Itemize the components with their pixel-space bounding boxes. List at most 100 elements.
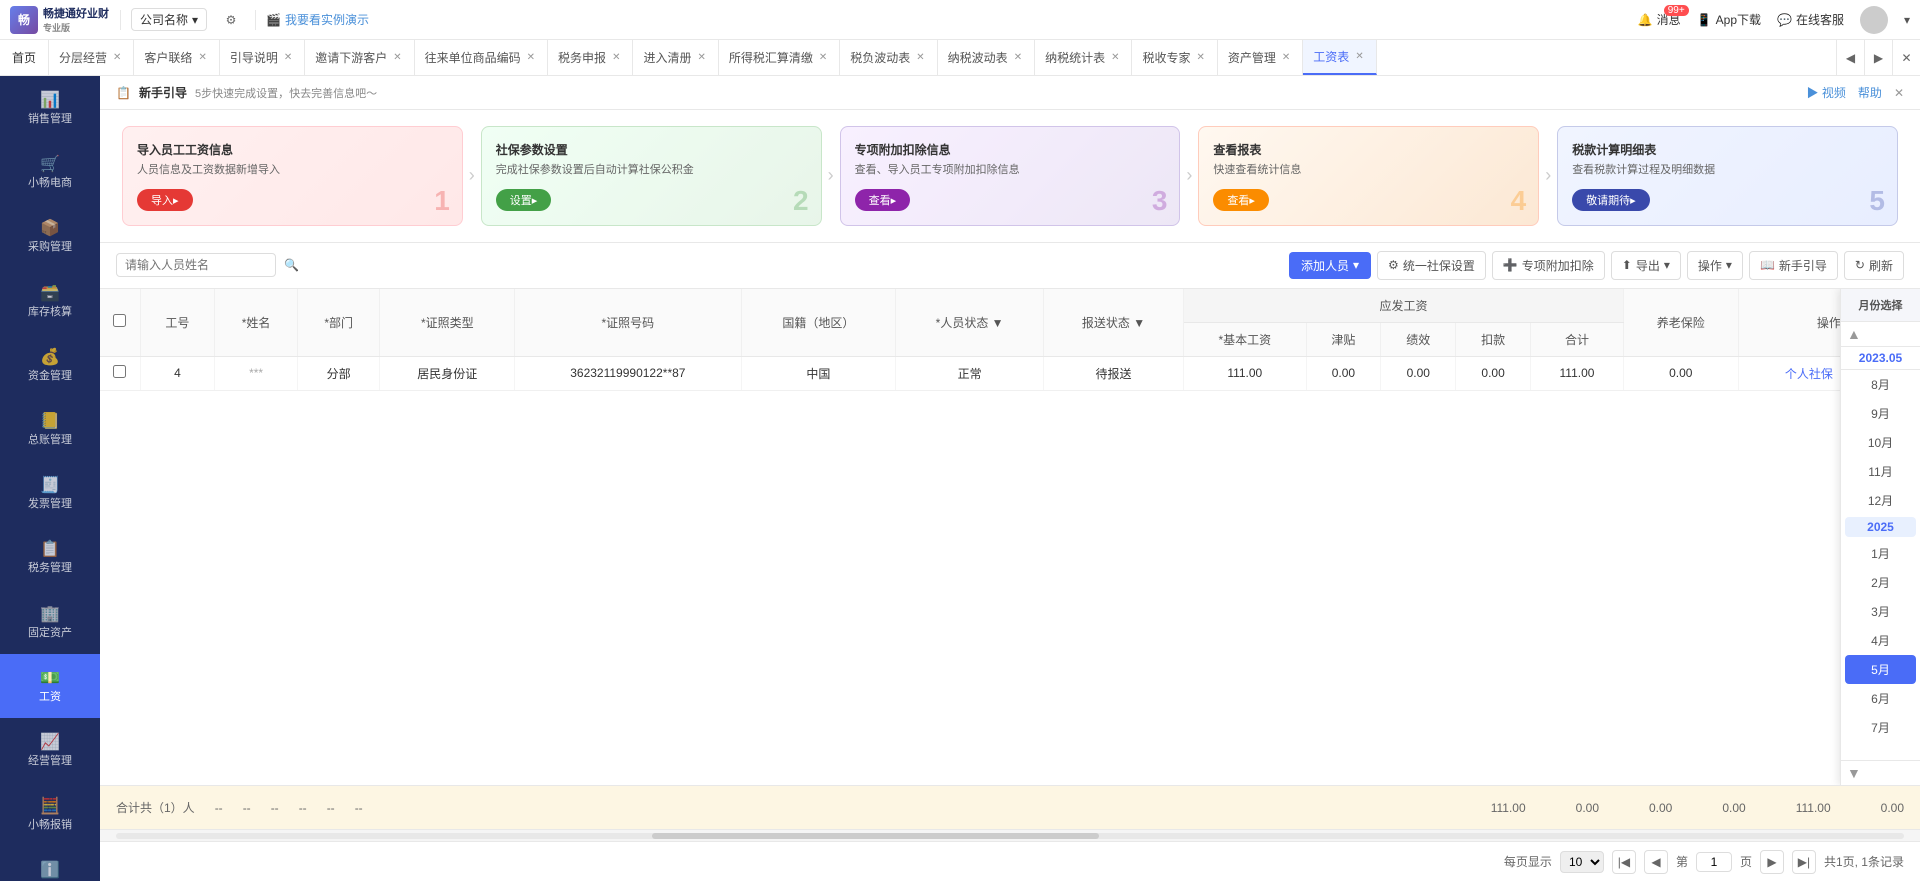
sidebar-item-purchase[interactable]: 📦 采购管理 xyxy=(0,204,100,268)
tab-close-icon[interactable]: ✕ xyxy=(525,50,537,65)
sidebar-item-sales[interactable]: 📊 销售管理 xyxy=(0,76,100,140)
prev-page-btn[interactable]: ◀ xyxy=(1644,850,1668,874)
tab-wanglai[interactable]: 往来单位商品编码✕ xyxy=(415,40,548,75)
guide-help-btn[interactable]: 帮助 xyxy=(1858,84,1882,101)
tab-shuifu[interactable]: 税负波动表✕ xyxy=(840,40,937,75)
tab-qingce[interactable]: 进入清册✕ xyxy=(633,40,718,75)
month-item-1[interactable]: 1月 xyxy=(1841,539,1920,568)
tab-close-icon[interactable]: ✕ xyxy=(1280,50,1292,65)
sidebar-item-inventory[interactable]: 🗃️ 库存核算 xyxy=(0,269,100,333)
step-3-btn[interactable]: 查看▸ xyxy=(855,189,911,211)
month-up-icon[interactable]: ▲ xyxy=(1847,326,1861,342)
scrollbar-thumb[interactable] xyxy=(652,833,1099,839)
tab-close-icon[interactable]: ✕ xyxy=(391,50,403,65)
step-1-btn[interactable]: 导入▸ xyxy=(137,189,193,211)
tab-yindao[interactable]: 引导说明✕ xyxy=(220,40,305,75)
step-2-btn[interactable]: 设置▸ xyxy=(496,189,552,211)
add-person-btn[interactable]: 添加人员 ▾ xyxy=(1289,252,1371,279)
tab-close-all-btn[interactable]: ✕ xyxy=(1892,40,1920,75)
next-page-btn[interactable]: ▶ xyxy=(1760,850,1784,874)
month-down-icon[interactable]: ▼ xyxy=(1847,765,1861,781)
tab-prev-btn[interactable]: ◀ xyxy=(1836,40,1864,75)
month-item-9[interactable]: 9月 xyxy=(1841,399,1920,428)
month-item-3[interactable]: 3月 xyxy=(1841,597,1920,626)
notification-btn[interactable]: 🔔 消息 99+ xyxy=(1638,11,1681,28)
last-page-btn[interactable]: ▶| xyxy=(1792,850,1816,874)
export-btn[interactable]: ⬆ 导出 ▾ xyxy=(1611,251,1681,280)
month-item-10[interactable]: 10月 xyxy=(1841,428,1920,457)
sidebar-item-operation[interactable]: 📈 经营管理 xyxy=(0,718,100,782)
sidebar-item-basic[interactable]: ℹ️ 基础信息 xyxy=(0,846,100,881)
select-all-checkbox[interactable] xyxy=(113,314,126,327)
guide-close-btn[interactable]: ✕ xyxy=(1894,86,1904,100)
tab-fenceng[interactable]: 分层经营✕ xyxy=(49,40,134,75)
tab-close-icon[interactable]: ✕ xyxy=(914,50,926,65)
sidebar: 📊 销售管理 🛒 小畅电商 📦 采购管理 🗃️ 库存核算 💰 资金管理 📒 总账… xyxy=(0,76,100,881)
row-select-checkbox[interactable] xyxy=(113,365,126,378)
demo-btn[interactable]: 🎬 我要看实例演示 xyxy=(266,11,369,28)
tab-close-icon[interactable]: ✕ xyxy=(610,50,622,65)
tab-close-icon[interactable]: ✕ xyxy=(817,50,829,65)
sidebar-item-assets[interactable]: 🏢 固定资产 xyxy=(0,590,100,654)
month-item-11[interactable]: 11月 xyxy=(1841,457,1920,486)
user-menu-btn[interactable]: ▾ xyxy=(1904,13,1910,27)
tab-shuiwu[interactable]: 税务申报✕ xyxy=(548,40,633,75)
month-item-6[interactable]: 6月 xyxy=(1841,684,1920,713)
tab-close-icon[interactable]: ✕ xyxy=(196,50,208,65)
tab-gongzi[interactable]: 工资表✕ xyxy=(1303,40,1376,75)
sidebar-item-ledger[interactable]: 📒 总账管理 xyxy=(0,397,100,461)
sidebar-item-ecommerce[interactable]: 🛒 小畅电商 xyxy=(0,140,100,204)
month-item-5[interactable]: 5月 xyxy=(1845,655,1916,684)
app-download-btn[interactable]: 📱 App下载 xyxy=(1697,11,1761,28)
online-service-btn[interactable]: 💬 在线客服 xyxy=(1777,11,1844,28)
first-page-btn[interactable]: |◀ xyxy=(1612,850,1636,874)
tab-kehu[interactable]: 客户联络✕ xyxy=(134,40,219,75)
sidebar-item-tax[interactable]: 📋 税务管理 xyxy=(0,525,100,589)
sidebar-item-invoice[interactable]: 🧾 发票管理 xyxy=(0,461,100,525)
page-input[interactable] xyxy=(1696,852,1732,872)
tab-close-icon[interactable]: ✕ xyxy=(1012,50,1024,65)
guide-video-btn[interactable]: ▶ 视频 xyxy=(1807,84,1846,101)
month-item-8[interactable]: 8月 xyxy=(1841,370,1920,399)
step-5-btn[interactable]: 敬请期待▸ xyxy=(1572,189,1650,211)
month-item-7[interactable]: 7月 xyxy=(1841,713,1920,742)
export-icon: ⬆ xyxy=(1622,258,1632,272)
tab-close-icon[interactable]: ✕ xyxy=(1109,50,1121,65)
step-4-btn[interactable]: 查看▸ xyxy=(1213,189,1269,211)
tab-yaoqing[interactable]: 邀请下游客户✕ xyxy=(305,40,414,75)
tab-close-icon[interactable]: ✕ xyxy=(695,50,707,65)
tab-home[interactable]: 首页 xyxy=(0,40,49,75)
tab-close-icon[interactable]: ✕ xyxy=(1195,50,1207,65)
month-item-4[interactable]: 4月 xyxy=(1841,626,1920,655)
tab-next-btn[interactable]: ▶ xyxy=(1864,40,1892,75)
action-btn[interactable]: 操作 ▾ xyxy=(1687,251,1743,280)
personal-insurance-btn[interactable]: 个人社保 xyxy=(1785,367,1833,381)
total-records: 共1页, 1条记录 xyxy=(1824,853,1904,870)
newbie-guide-btn[interactable]: 📖 新手引导 xyxy=(1749,251,1838,280)
tab-close-icon[interactable]: ✕ xyxy=(111,50,123,65)
tab-suode[interactable]: 所得税汇算清缴✕ xyxy=(719,40,840,75)
page-size-select[interactable]: 10 20 50 xyxy=(1560,851,1604,873)
company-selector[interactable]: 公司名称 ▾ xyxy=(131,8,207,31)
tab-nashi[interactable]: 纳税波动表✕ xyxy=(938,40,1035,75)
search-input[interactable] xyxy=(116,253,276,277)
month-item-2[interactable]: 2月 xyxy=(1841,568,1920,597)
special-deduct-btn[interactable]: ➕ 专项附加扣除 xyxy=(1492,251,1605,280)
unify-social-btn[interactable]: ⚙ 统一社保设置 xyxy=(1377,251,1486,280)
tab-zichan[interactable]: 资产管理✕ xyxy=(1218,40,1303,75)
sidebar-item-finance[interactable]: 💰 资金管理 xyxy=(0,333,100,397)
sidebar-item-salary[interactable]: 💵 工资 xyxy=(0,654,100,718)
month-item-12[interactable]: 12月 xyxy=(1841,486,1920,515)
tab-close-icon[interactable]: ✕ xyxy=(1353,49,1365,64)
refresh-btn[interactable]: ↻ 刷新 xyxy=(1844,251,1904,280)
sidebar-item-expense[interactable]: 🧮 小畅报销 xyxy=(0,782,100,846)
filter-icon[interactable]: ▼ xyxy=(992,316,1004,330)
filter-icon2[interactable]: ▼ xyxy=(1133,316,1145,330)
tab-close-icon[interactable]: ✕ xyxy=(282,50,294,65)
settings-icon[interactable]: ⚙ xyxy=(217,6,245,34)
search-icon[interactable]: 🔍 xyxy=(284,258,299,272)
avatar[interactable] xyxy=(1860,6,1888,34)
footer-allowance-sum: 0.00 xyxy=(1576,801,1599,815)
tab-shuijian[interactable]: 税收专家✕ xyxy=(1132,40,1217,75)
tab-natong[interactable]: 纳税统计表✕ xyxy=(1035,40,1132,75)
